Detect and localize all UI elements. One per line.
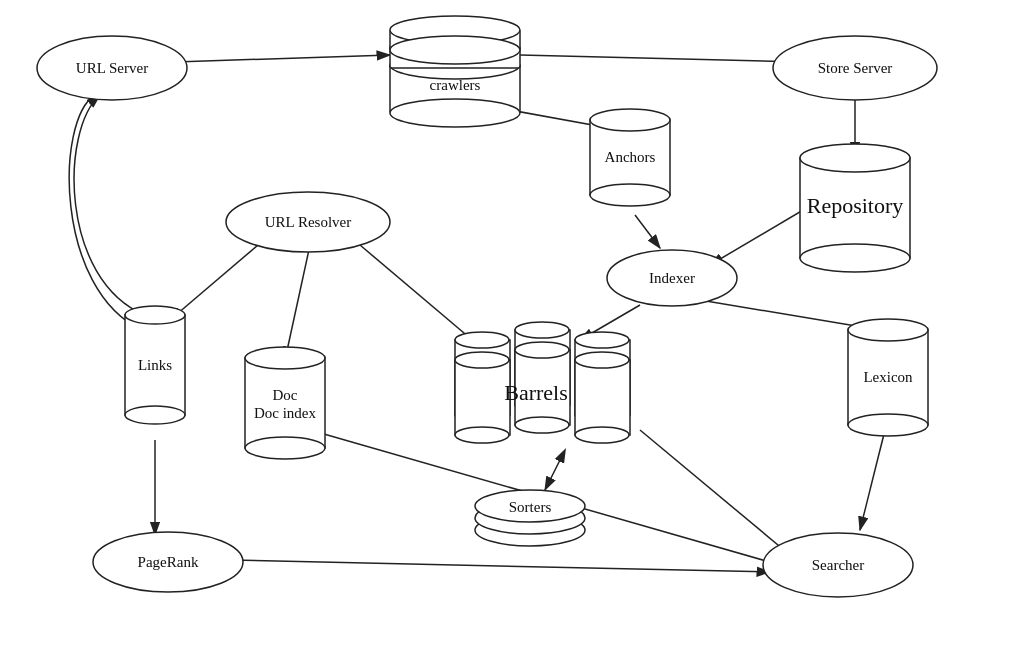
searcher-node: Searcher — [763, 533, 913, 597]
svg-point-24 — [245, 347, 325, 369]
sorters-label: Sorters — [509, 499, 552, 515]
arrow-pagerank-searcher — [230, 560, 770, 572]
links-label: Links — [138, 357, 172, 373]
pagerank-node: PageRank — [93, 532, 243, 592]
repository-node: Repository — [800, 144, 910, 272]
svg-point-39 — [515, 342, 569, 358]
searcher-label: Searcher — [812, 557, 864, 573]
arrow-links-urlserver — [74, 95, 145, 315]
arrow-barrels-sorters — [545, 460, 560, 490]
arrow-lexicon-searcher — [860, 430, 885, 530]
lexicon-label: Lexicon — [863, 369, 913, 385]
url-server-label: URL Server — [76, 60, 148, 76]
svg-rect-41 — [575, 360, 630, 435]
svg-point-17 — [800, 244, 910, 272]
store-server-label: Store Server — [818, 60, 893, 76]
indexer-node: Indexer — [607, 250, 737, 306]
svg-point-27 — [455, 332, 509, 348]
sorters-node: Sorters — [475, 490, 585, 546]
url-resolver-label: URL Resolver — [265, 214, 352, 230]
svg-point-48 — [848, 319, 928, 341]
url-server-node: URL Server — [37, 36, 187, 100]
svg-point-33 — [575, 332, 629, 348]
svg-point-13 — [590, 109, 670, 131]
svg-rect-23 — [245, 358, 325, 448]
svg-point-43 — [575, 427, 629, 443]
doc-index-label: Doc — [273, 387, 298, 403]
lexicon-node: Lexicon — [848, 319, 928, 436]
svg-point-16 — [800, 144, 910, 172]
svg-point-36 — [455, 352, 509, 368]
svg-point-5 — [390, 99, 520, 127]
crawlers-node: crawlers — [390, 16, 520, 127]
anchors-node: Anchors — [590, 109, 670, 206]
store-server-node: Store Server — [773, 36, 937, 100]
svg-point-49 — [848, 414, 928, 436]
svg-point-25 — [245, 437, 325, 459]
svg-point-40 — [515, 417, 569, 433]
svg-rect-35 — [455, 360, 510, 435]
arrow-urlserver-crawlers — [175, 55, 390, 62]
doc-index-node: Doc Doc index — [245, 347, 325, 459]
svg-point-37 — [455, 427, 509, 443]
svg-point-22 — [125, 406, 185, 424]
arrow-crawlers-storeserver — [520, 55, 800, 62]
url-resolver-node: URL Resolver — [226, 192, 390, 252]
arrow-barrels-searcher — [640, 430, 790, 555]
svg-point-30 — [515, 322, 569, 338]
crawlers-label: crawlers — [430, 77, 481, 93]
svg-point-14 — [590, 184, 670, 206]
barrels-node: Barrels — [455, 322, 630, 443]
arrow-anchors-indexer — [635, 215, 660, 248]
links-node: Links — [125, 306, 185, 424]
anchors-label: Anchors — [605, 149, 656, 165]
arrow-urlresolver-links — [170, 245, 258, 320]
svg-point-21 — [125, 306, 185, 324]
repository-label: Repository — [807, 193, 904, 218]
barrels-label: Barrels — [504, 380, 568, 405]
svg-point-42 — [575, 352, 629, 368]
arrow-urlresolver-docindex — [285, 245, 310, 360]
svg-point-10 — [390, 36, 520, 64]
indexer-label: Indexer — [649, 270, 695, 286]
doc-index-label2: Doc index — [254, 405, 317, 421]
pagerank-label: PageRank — [138, 554, 199, 570]
